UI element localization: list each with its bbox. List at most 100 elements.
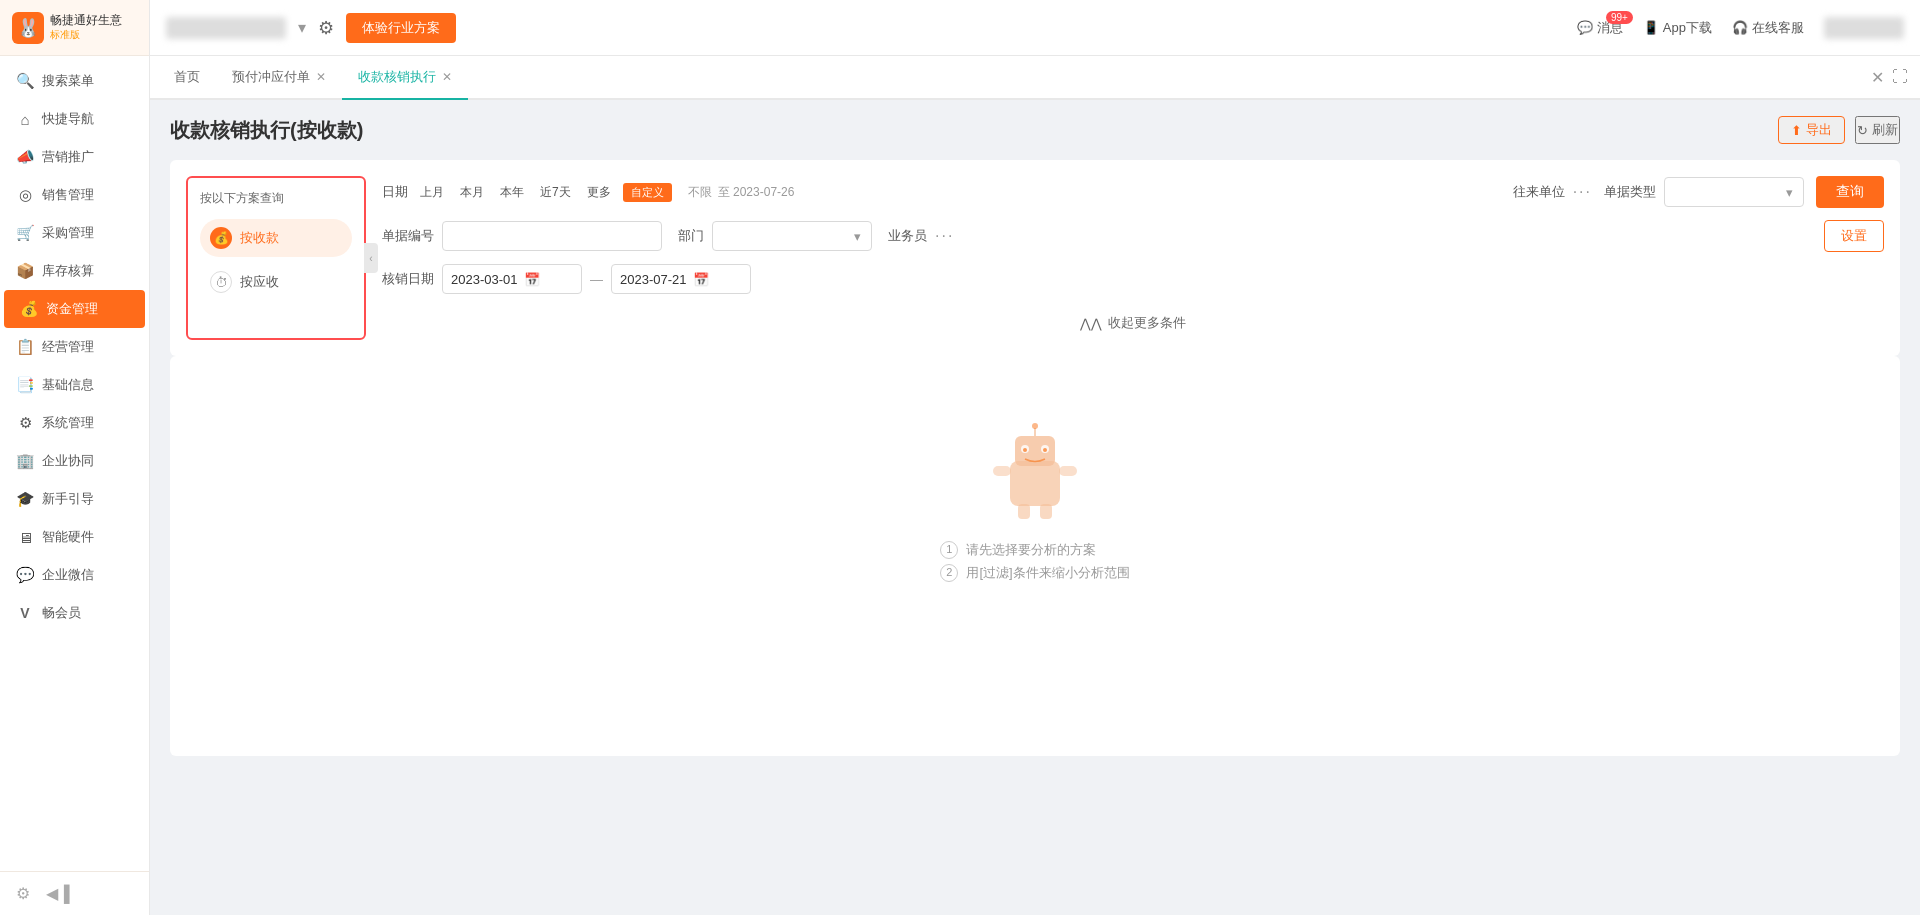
message-icon: 💬 bbox=[1577, 20, 1593, 35]
filter-doctype-item: 单据类型 ▾ bbox=[1604, 177, 1804, 207]
writeoff-date-label: 核销日期 bbox=[382, 270, 434, 288]
hint-num-2: 2 bbox=[940, 564, 958, 582]
footer-gear-icon[interactable]: ⚙ bbox=[16, 884, 30, 903]
sys-icon: ⚙ bbox=[16, 414, 34, 432]
sidebar-menu: 🔍 搜索菜单 ⌂ 快捷导航 📣 营销推广 ◎ 销售管理 🛒 采购管理 📦 库存核… bbox=[0, 56, 149, 871]
main-content-area: 1 请先选择要分析的方案 2 用[过滤]条件来缩小分析范围 bbox=[170, 356, 1900, 756]
online-service-label: 在线客服 bbox=[1752, 19, 1804, 37]
sidebar-label-wechat: 企业微信 bbox=[42, 566, 94, 584]
tab-expand-icon[interactable]: ⛶ bbox=[1892, 68, 1908, 86]
enterprise-icon: 🏢 bbox=[16, 452, 34, 470]
tab-home[interactable]: 首页 bbox=[158, 56, 216, 100]
tab-receipt-label: 收款核销执行 bbox=[358, 68, 436, 86]
collapse-up-icon: ⋀⋀ bbox=[1080, 316, 1102, 331]
refresh-button[interactable]: ↻ 刷新 bbox=[1855, 116, 1900, 144]
sidebar-item-inventory[interactable]: 📦 库存核算 bbox=[0, 252, 149, 290]
app-name-chevron-icon[interactable]: ▾ bbox=[298, 18, 306, 37]
sidebar-item-purchase[interactable]: 🛒 采购管理 bbox=[0, 214, 149, 252]
writeoff-date-end-wrap[interactable]: 2023-07-21 📅 bbox=[611, 264, 751, 294]
right-filter-actions: 往来单位 ··· 单据类型 ▾ 查询 bbox=[1513, 176, 1884, 208]
sidebar-label-enterprise: 企业协同 bbox=[42, 452, 94, 470]
top-header: ▾ ⚙ 体验行业方案 💬 消息 99+ 📱 App下载 🎧 在线客服 bbox=[150, 0, 1920, 56]
sidebar-item-sys[interactable]: ⚙ 系统管理 bbox=[0, 404, 149, 442]
tab-prepay-close-icon[interactable]: ✕ bbox=[316, 70, 326, 84]
dept-select[interactable]: ▾ bbox=[712, 221, 872, 251]
tab-receipt-writeoff[interactable]: 收款核销执行 ✕ bbox=[342, 56, 468, 100]
hint-text-1: 请先选择要分析的方案 bbox=[966, 538, 1096, 561]
sidebar-item-vip[interactable]: V 畅会员 bbox=[0, 594, 149, 632]
date-shortcut-thismonth[interactable]: 本月 bbox=[456, 182, 488, 203]
sidebar-item-biz[interactable]: 📋 经营管理 bbox=[0, 328, 149, 366]
doctype-chevron-icon: ▾ bbox=[1786, 185, 1793, 200]
partner-dots-button[interactable]: ··· bbox=[1573, 183, 1592, 201]
settings-button[interactable]: 设置 bbox=[1824, 220, 1884, 252]
date-shortcut-7days[interactable]: 近7天 bbox=[536, 182, 575, 203]
footer-collapse-icon[interactable]: ◀▐ bbox=[46, 884, 69, 903]
header-right: 💬 消息 99+ 📱 App下载 🎧 在线客服 bbox=[1577, 17, 1904, 39]
date-shortcut-thisyear[interactable]: 本年 bbox=[496, 182, 528, 203]
marketing-icon: 📣 bbox=[16, 148, 34, 166]
tab-prepay-conflict[interactable]: 预付冲应付单 ✕ bbox=[216, 56, 342, 100]
filter-docno-item: 单据编号 bbox=[382, 221, 662, 251]
filter-panel-collapse[interactable]: ‹ bbox=[364, 243, 378, 273]
sidebar-label-vip: 畅会员 bbox=[42, 604, 81, 622]
sidebar-item-sales[interactable]: ◎ 销售管理 bbox=[0, 176, 149, 214]
sidebar-item-newbie[interactable]: 🎓 新手引导 bbox=[0, 480, 149, 518]
empty-state: 1 请先选择要分析的方案 2 用[过滤]条件来缩小分析范围 bbox=[170, 356, 1900, 645]
sidebar-item-wechat[interactable]: 💬 企业微信 bbox=[0, 556, 149, 594]
tab-home-label: 首页 bbox=[174, 68, 200, 86]
app-download-button[interactable]: 📱 App下载 bbox=[1643, 19, 1712, 37]
online-service-button[interactable]: 🎧 在线客服 bbox=[1732, 19, 1804, 37]
docno-input[interactable] bbox=[442, 221, 662, 251]
docno-label: 单据编号 bbox=[382, 227, 434, 245]
sidebar-item-enterprise[interactable]: 🏢 企业协同 bbox=[0, 442, 149, 480]
sidebar: 🐰 畅捷通好生意 标准版 🔍 搜索菜单 ⌂ 快捷导航 📣 营销推广 ◎ 销售管理… bbox=[0, 0, 150, 915]
filter-option-by-receivable[interactable]: ⏱ 按应收 bbox=[200, 263, 352, 301]
date-custom-badge[interactable]: 自定义 bbox=[623, 183, 672, 202]
industry-solution-button[interactable]: 体验行业方案 bbox=[346, 13, 456, 43]
page-content: 收款核销执行(按收款) ⬆ 导出 ↻ 刷新 按以下方案查询 💰 按收款 bbox=[150, 100, 1920, 915]
settings-btn-wrap: 设置 bbox=[1824, 220, 1884, 252]
query-button[interactable]: 查询 bbox=[1816, 176, 1884, 208]
date-label: 日期 bbox=[382, 183, 408, 201]
writeoff-date-start-wrap[interactable]: 2023-03-01 📅 bbox=[442, 264, 582, 294]
sidebar-item-smarthw[interactable]: 🖥 智能硬件 bbox=[0, 518, 149, 556]
filter-partner-item: 往来单位 ··· bbox=[1513, 183, 1592, 201]
date-shortcut-more[interactable]: 更多 bbox=[583, 182, 615, 203]
export-button[interactable]: ⬆ 导出 bbox=[1778, 116, 1845, 144]
writeoff-end-cal-icon[interactable]: 📅 bbox=[693, 272, 709, 287]
smarthw-icon: 🖥 bbox=[16, 529, 34, 546]
doctype-select[interactable]: ▾ bbox=[1664, 177, 1804, 207]
date-shortcut-lastmonth[interactable]: 上月 bbox=[416, 182, 448, 203]
sidebar-item-search-menu[interactable]: 🔍 搜索菜单 bbox=[0, 62, 149, 100]
newbie-icon: 🎓 bbox=[16, 490, 34, 508]
svg-rect-0 bbox=[1010, 461, 1060, 506]
collapse-conditions-row[interactable]: ⋀⋀ 收起更多条件 bbox=[382, 306, 1884, 340]
staff-dots-button[interactable]: ··· bbox=[935, 227, 954, 245]
tab-prepay-label: 预付冲应付单 bbox=[232, 68, 310, 86]
sidebar-item-basic[interactable]: 📑 基础信息 bbox=[0, 366, 149, 404]
writeoff-start-cal-icon[interactable]: 📅 bbox=[524, 272, 540, 287]
sidebar-label-search-menu: 搜索菜单 bbox=[42, 72, 94, 90]
message-button[interactable]: 💬 消息 99+ bbox=[1577, 19, 1623, 37]
sidebar-item-quick-nav[interactable]: ⌂ 快捷导航 bbox=[0, 100, 149, 138]
refresh-icon: ↻ bbox=[1857, 123, 1868, 138]
message-badge: 99+ bbox=[1606, 11, 1633, 24]
sidebar-label-inventory: 库存核算 bbox=[42, 262, 94, 280]
sidebar-label-marketing: 营销推广 bbox=[42, 148, 94, 166]
svg-rect-9 bbox=[1040, 504, 1052, 519]
filter-row-1: 日期 上月 本月 本年 近7天 更多 自定义 不限 至 2023-07-26 bbox=[382, 176, 1884, 208]
sidebar-label-biz: 经营管理 bbox=[42, 338, 94, 356]
sidebar-item-marketing[interactable]: 📣 营销推广 bbox=[0, 138, 149, 176]
tab-receipt-close-icon[interactable]: ✕ bbox=[442, 70, 452, 84]
basic-icon: 📑 bbox=[16, 376, 34, 394]
filter-staff-item: 业务员 ··· bbox=[888, 227, 954, 245]
collapse-conditions-label: 收起更多条件 bbox=[1108, 314, 1186, 332]
header-gear-icon[interactable]: ⚙ bbox=[318, 17, 334, 39]
tab-close-all-icon[interactable]: ✕ bbox=[1871, 68, 1884, 87]
empty-hint-1: 1 请先选择要分析的方案 bbox=[940, 538, 1129, 561]
sidebar-item-fund[interactable]: 💰 资金管理 bbox=[4, 290, 145, 328]
filter-option-by-receipt[interactable]: 💰 按收款 bbox=[200, 219, 352, 257]
tab-bar-actions: ✕ ⛶ bbox=[1871, 56, 1920, 98]
sidebar-label-quick-nav: 快捷导航 bbox=[42, 110, 94, 128]
